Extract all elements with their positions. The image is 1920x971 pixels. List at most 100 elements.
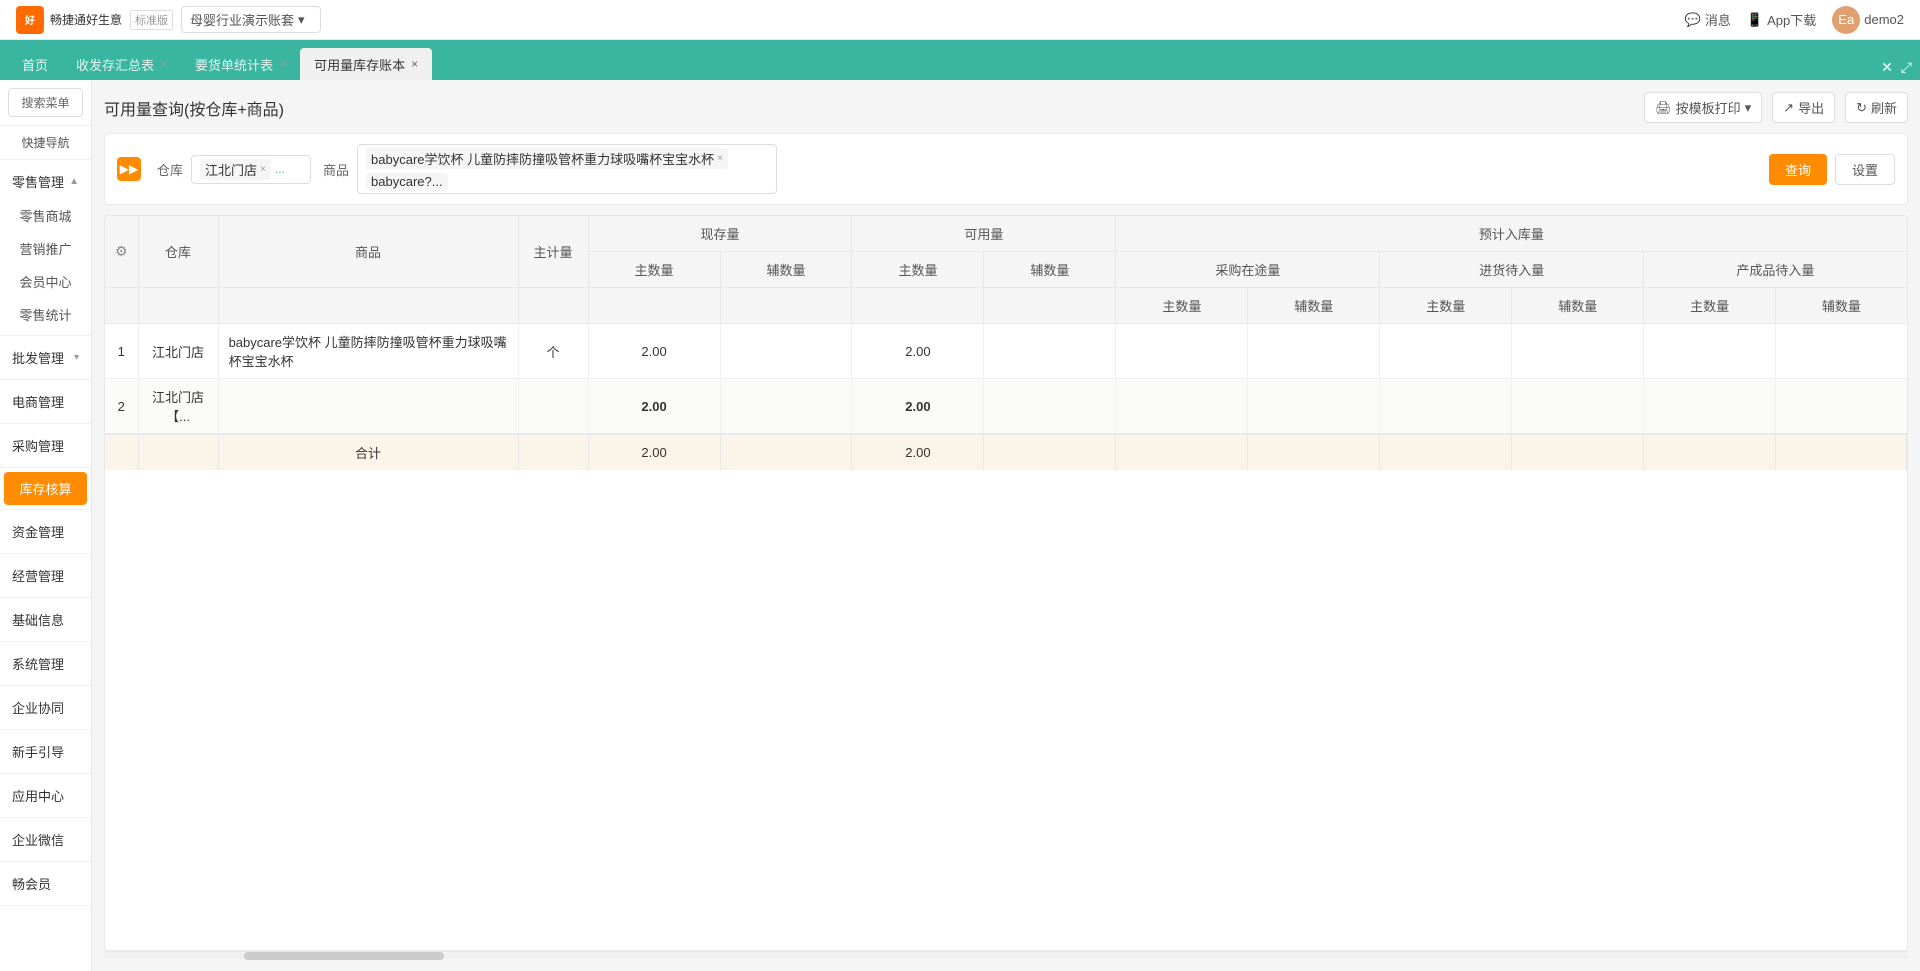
cell-index: 1 (105, 324, 138, 379)
sidebar-group-appstore: 应用中心 (0, 774, 91, 818)
tab-order-stats[interactable]: 要货单统计表 × (181, 48, 300, 80)
message-icon: 💬 (1685, 12, 1701, 28)
sidebar-item-inventory[interactable]: 库存核算 (4, 472, 87, 505)
sidebar-group-basic-header[interactable]: 基础信息 (0, 602, 91, 637)
cell-purchase-main-2 (1116, 379, 1248, 435)
standard-badge: 标准版 (130, 10, 173, 30)
refresh-btn[interactable]: ↻ 刷新 (1845, 92, 1908, 123)
user-profile[interactable]: Ea demo2 (1832, 6, 1904, 34)
warehouse-tag-close[interactable]: × (260, 164, 266, 175)
expand-icon[interactable]: ⤢ (1901, 59, 1912, 76)
th-purchase-main: 主数量 (1116, 288, 1248, 324)
query-btn[interactable]: 查询 (1769, 154, 1827, 185)
sidebar-item-membership[interactable]: 会员中心 (0, 265, 91, 298)
enterprise-label: 企业协同 (12, 698, 64, 717)
sidebar-item-marketing[interactable]: 营销推广 (0, 232, 91, 265)
sidebar-group-member-header[interactable]: 畅会员 (0, 866, 91, 901)
th-stock-group: 现存量 (588, 216, 852, 252)
sidebar-group-newguide: 新手引导 (0, 730, 91, 774)
th-forecast-group: 预计入库量 (1116, 216, 1907, 252)
scrollbar-thumb[interactable] (244, 952, 444, 960)
product-tag-1-close[interactable]: × (717, 153, 723, 164)
warehouse-filter: 仓库 江北门店 × ... (157, 155, 311, 184)
sidebar-item-retail-mall[interactable]: 零售商城 (0, 199, 91, 232)
tab-collection-close[interactable]: × (160, 57, 167, 71)
tab-home[interactable]: 首页 (8, 48, 62, 80)
th-incoming-main: 主数量 (1380, 288, 1512, 324)
warehouse-tags[interactable]: 江北门店 × ... (191, 155, 311, 184)
sidebar-group-member: 畅会员 (0, 862, 91, 906)
filter-toggle-btn[interactable]: ▶▶ (117, 157, 141, 181)
sidebar-group-newguide-header[interactable]: 新手引导 (0, 734, 91, 769)
th-incoming-group: 进货待入量 (1380, 252, 1644, 288)
filter-row: 仓库 江北门店 × ... 商品 babycare学饮杯 儿童防摔防撞吸管杯重力… (157, 144, 1753, 194)
sidebar-item-retail-stats[interactable]: 零售统计 (0, 298, 91, 331)
close-window-icon[interactable]: ✕ (1881, 59, 1893, 76)
settings-icon[interactable]: ⚙ (115, 243, 128, 259)
nav-tabs: 首页 收发存汇总表 × 要货单统计表 × 可用量库存账本 × ✕ ⤢ (0, 40, 1920, 80)
page-header: 可用量查询(按仓库+商品) 🖨 按模板打印 ▾ ↗ 导出 ↻ 刷新 (104, 92, 1908, 123)
tab-available-stock[interactable]: 可用量库存账本 × (300, 48, 432, 80)
sidebar-group-retail-header[interactable]: 零售管理 ▲ (0, 164, 91, 199)
download-icon: 📱 (1747, 12, 1763, 28)
download-label: App下载 (1767, 10, 1816, 29)
sidebar-group-inventory: 库存核算 (0, 468, 91, 510)
cell-incoming-sub-2 (1512, 379, 1644, 435)
setting-btn[interactable]: 设置 (1835, 154, 1895, 185)
sidebar: 搜索菜单 快捷导航 零售管理 ▲ 零售商城 营销推广 会员中心 零售统计 批发管… (0, 80, 92, 971)
horizontal-scrollbar[interactable] (104, 951, 1908, 959)
app-download-btn[interactable]: 📱 App下载 (1747, 10, 1816, 29)
industry-selector[interactable]: 母婴行业演示账套 ▾ (181, 6, 321, 33)
th-incoming-sub: 辅数量 (1512, 288, 1644, 324)
sidebar-group-ecommerce-header[interactable]: 电商管理 (0, 384, 91, 419)
cell-incoming-main (1380, 324, 1512, 379)
filter-area: ▶▶ 仓库 江北门店 × ... 商品 (104, 133, 1908, 205)
warehouse-label: 仓库 (157, 160, 183, 179)
sidebar-group-purchase: 采购管理 (0, 424, 91, 468)
th-avail-main: 主数量 (852, 252, 984, 288)
template-print-btn[interactable]: 🖨 按模板打印 ▾ (1644, 92, 1762, 123)
filter-buttons: 查询 设置 (1769, 154, 1895, 185)
quick-nav-btn[interactable]: 快捷导航 (0, 126, 91, 160)
sidebar-group-finance-header[interactable]: 资金管理 (0, 514, 91, 549)
sidebar-group-operation: 经营管理 (0, 554, 91, 598)
sidebar-group-operation-header[interactable]: 经营管理 (0, 558, 91, 593)
search-menu-btn[interactable]: 搜索菜单 (8, 88, 83, 117)
cell-product-2 (218, 379, 518, 435)
cell-production-main-2 (1644, 379, 1776, 435)
cell-stock-main-2: 2.00 (588, 379, 720, 435)
cell-stock-sub (720, 324, 852, 379)
cell-avail-main-2: 2.00 (852, 379, 984, 435)
tab-available-stock-close[interactable]: × (411, 57, 418, 71)
top-bar: 好 畅捷通好生意 标准版 母婴行业演示账套 ▾ 💬 消息 📱 App下载 Ea … (0, 0, 1920, 40)
th-unit: 主计量 (518, 216, 588, 288)
product-tags[interactable]: babycare学饮杯 儿童防摔防撞吸管杯重力球吸嘴杯宝宝水杯 × babyca… (357, 144, 777, 194)
export-btn[interactable]: ↗ 导出 (1772, 92, 1835, 123)
refresh-icon: ↻ (1856, 100, 1867, 116)
chevron-down-icon: ▾ (298, 12, 305, 28)
cell-stock-main: 2.00 (588, 324, 720, 379)
sidebar-group-wechat-header[interactable]: 企业微信 (0, 822, 91, 857)
sidebar-group-enterprise-header[interactable]: 企业协同 (0, 690, 91, 725)
message-btn[interactable]: 💬 消息 (1685, 10, 1731, 29)
logo: 好 畅捷通好生意 (16, 6, 122, 34)
product-filter: 商品 babycare学饮杯 儿童防摔防撞吸管杯重力球吸嘴杯宝宝水杯 × bab… (323, 144, 777, 194)
tab-home-label: 首页 (22, 55, 48, 74)
tab-available-stock-label: 可用量库存账本 (314, 55, 405, 74)
summary-row: 合计 2.00 2.00 (105, 434, 1907, 470)
retail-arrow: ▲ (69, 176, 79, 187)
sidebar-search-area: 搜索菜单 (0, 80, 91, 126)
sidebar-group-system-header[interactable]: 系统管理 (0, 646, 91, 681)
th-avail-sub: 辅数量 (984, 252, 1116, 288)
sidebar-group-appstore-header[interactable]: 应用中心 (0, 778, 91, 813)
sidebar-group-wholesale-header[interactable]: 批发管理 ▾ (0, 340, 91, 375)
tab-order-stats-close[interactable]: × (279, 57, 286, 71)
warehouse-more[interactable]: ... (275, 162, 285, 176)
sidebar-group-wholesale: 批发管理 ▾ (0, 336, 91, 380)
th-production-sub: 辅数量 (1776, 288, 1907, 324)
cell-unit: 个 (518, 324, 588, 379)
cell-avail-sub (984, 324, 1116, 379)
tab-collection[interactable]: 收发存汇总表 × (62, 48, 181, 80)
wechat-label: 企业微信 (12, 830, 64, 849)
sidebar-group-purchase-header[interactable]: 采购管理 (0, 428, 91, 463)
